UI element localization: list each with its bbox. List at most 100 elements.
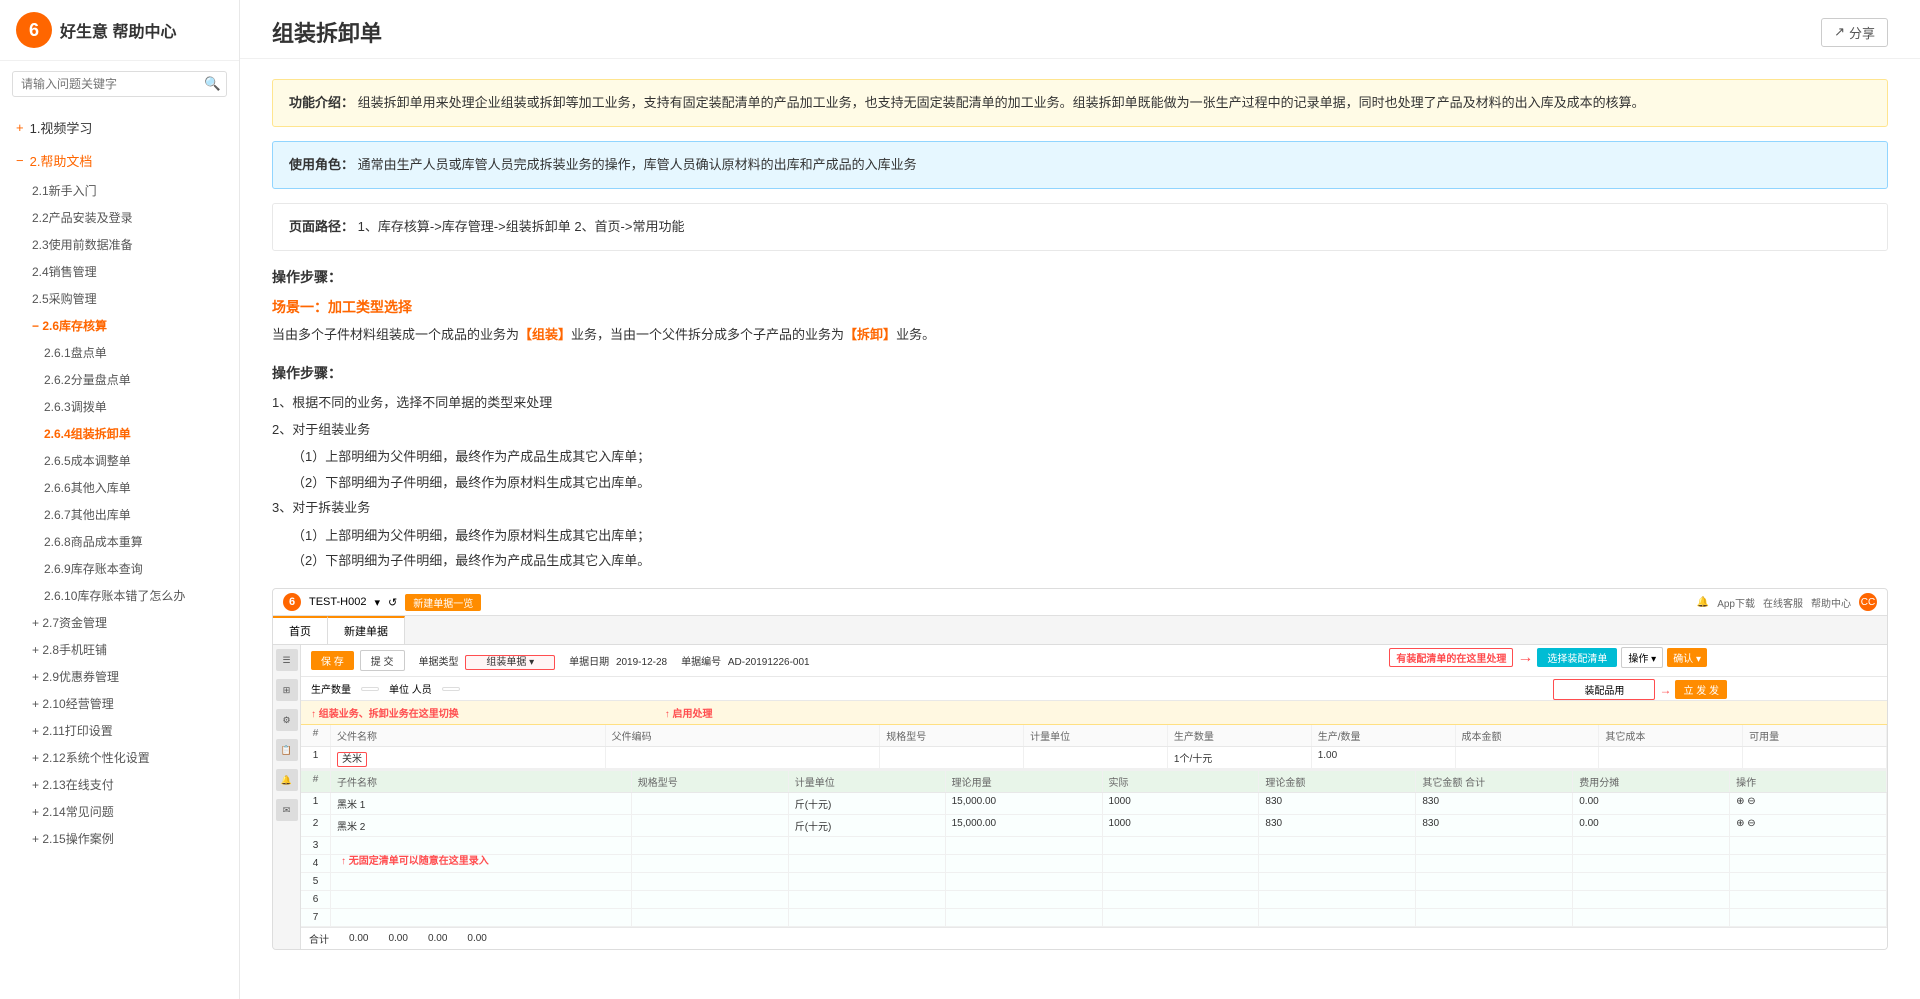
step3-sub2: （2）下部明细为子件明细，最终作为产成品生成其它入库单。	[292, 549, 1888, 572]
role-intro-block: 使用角色： 通常由生产人员或库管人员完成拆装业务的操作，库管人员确认原材料的出库…	[272, 141, 1888, 189]
sc-type-dropdown-wrapper: 单据类型 组装单据 ▾	[419, 653, 556, 668]
sc-lower-header: # 子件名称 规格型号 计量单位 理论用量 实际 理论金额 其它金额 合计 费用…	[301, 771, 1887, 793]
sidebar-item-2-6-2[interactable]: 2.6.2分量盘点单	[0, 366, 239, 393]
sc-apply-btn[interactable]: 立 发 发	[1675, 680, 1727, 699]
sidebar-item-2-6-6[interactable]: 2.6.6其他入库单	[0, 474, 239, 501]
sc-qty-input[interactable]	[361, 687, 379, 691]
share-button[interactable]: ↗ 分享	[1821, 18, 1888, 47]
sc-action-row: 保 存 提 交 单据类型 组装单据 ▾ 单据日期 2019-12-28	[301, 645, 1887, 677]
sc-sub-oamt-1: 830	[1416, 793, 1573, 814]
sc-save-btn[interactable]: 保 存	[311, 651, 354, 670]
sc-sub-row-7: 7	[301, 909, 1887, 927]
sc-sub-no-1: 1	[301, 793, 331, 814]
logo-text: 好生意 帮助中心	[60, 18, 176, 42]
sc-sub-col-ops: 操作	[1730, 771, 1887, 792]
path-label: 页面路径：	[289, 219, 354, 234]
sidebar-item-2-14[interactable]: + 2.14常见问题	[0, 798, 239, 825]
sc-sub-row-2: 2 黑米 2 斤(十元) 15,000.00 1000 830 830 0.00…	[301, 815, 1887, 837]
sidebar-item-2-8[interactable]: + 2.8手机旺铺	[0, 636, 239, 663]
sidebar-item-2-10[interactable]: + 2.10经营管理	[0, 690, 239, 717]
sc-unit-input[interactable]	[442, 687, 460, 691]
sidebar-item-2-6-1[interactable]: 2.6.1盘点单	[0, 339, 239, 366]
sc-bom-btn[interactable]: 选择装配清单	[1537, 648, 1617, 667]
sc-ops-btn[interactable]: 操作 ▾	[1621, 647, 1663, 668]
step3-sub1: （1）上部明细为父件明细，最终作为原材料生成其它出库单；	[292, 524, 1888, 547]
sc-app-download: App下载	[1717, 595, 1755, 610]
sc-cell-spec-1	[880, 747, 1024, 768]
sidebar-item-2-6-9[interactable]: 2.6.9库存账本查询	[0, 555, 239, 582]
sc-cell-othercost-1	[1599, 747, 1743, 768]
sidebar-item-2-13[interactable]: + 2.13在线支付	[0, 771, 239, 798]
sc-col-prod-qty: 生产数量	[1168, 725, 1312, 746]
sidebar-item-2-2[interactable]: 2.2产品安装及登录	[0, 204, 239, 231]
sc-sub-col-actual: 实际	[1103, 771, 1260, 792]
sc-total-label: 合计	[309, 931, 329, 946]
sidebar-item-2[interactable]: − 2.帮助文档	[0, 144, 239, 177]
search-input[interactable]	[12, 71, 227, 97]
sidebar-item-2-15[interactable]: + 2.15操作案例	[0, 825, 239, 852]
sc-sub-name-1: 黑米 1	[331, 793, 632, 814]
sc-cell-no-1: 1	[301, 747, 331, 768]
annotation2-container: 装配品用 → 立 发 发	[1553, 679, 1727, 700]
sc-sub-alloc-1: 0.00	[1573, 793, 1730, 814]
sc-doc-header-wrapper: 保 存 提 交 单据类型 组装单据 ▾ 单据日期 2019-12-28	[301, 645, 1887, 725]
sidebar-item-2-4[interactable]: 2.4销售管理	[0, 258, 239, 285]
nav-label-2-6: − 2.6库存核算	[32, 317, 107, 334]
article-body: 功能介绍： 组装拆卸单用来处理企业组装或拆卸等加工业务，支持有固定装配清单的产品…	[240, 59, 1920, 970]
sidebar-item-2-1[interactable]: 2.1新手入门	[0, 177, 239, 204]
sc-new-btn[interactable]: 新建单据一览	[405, 594, 481, 611]
sidebar-item-2-12[interactable]: + 2.12系统个性化设置	[0, 744, 239, 771]
sc-bom-input[interactable]: 装配品用	[1553, 679, 1655, 700]
sc-online-service: 在线客服	[1763, 595, 1803, 610]
sc-type-select[interactable]: 组装单据 ▾	[465, 655, 555, 670]
sidebar-item-2-6-8[interactable]: 2.6.8商品成本重算	[0, 528, 239, 555]
search-button[interactable]: 🔍	[204, 76, 221, 92]
nav-label-2: 2.帮助文档	[30, 151, 93, 170]
sc-type-label: 单据类型	[419, 657, 459, 668]
sidebar-item-2-6-4[interactable]: 2.6.4组装拆卸单	[0, 420, 239, 447]
annotation1-arrow: →	[1517, 649, 1533, 667]
share-label: 分享	[1849, 23, 1875, 42]
sc-sub-row-4: 4	[301, 855, 1887, 873]
sc-sub-alloc-2: 0.00	[1573, 815, 1730, 836]
sc-tab-home[interactable]: 首页	[273, 616, 328, 644]
sidebar-item-2-6-3[interactable]: 2.6.3调拨单	[0, 393, 239, 420]
sc-sub-spec-1	[632, 793, 789, 814]
sc-bell-icon: 🔔	[1697, 597, 1709, 608]
sc-no-field: 单据编号 AD-20191226-001	[681, 653, 810, 668]
page-title: 组装拆卸单	[272, 16, 382, 48]
sc-sub-no-5: 5	[301, 873, 331, 890]
sidebar: 6 好生意 帮助中心 🔍 + 1.视频学习 − 2.帮助文档 2.1新手入门 2…	[0, 0, 240, 999]
sc-submit-btn[interactable]: 提 交	[360, 650, 405, 671]
sc-sub-oamt-3	[1416, 837, 1573, 854]
sc-sub-row-1: 1 黑米 1 斤(十元) 15,000.00 1000 830 830 0.00…	[301, 793, 1887, 815]
sc-confirm-btn[interactable]: 确认 ▾	[1667, 648, 1707, 667]
sidebar-item-2-6[interactable]: − 2.6库存核算	[0, 312, 239, 339]
sidebar-item-2-11[interactable]: + 2.11打印设置	[0, 717, 239, 744]
func-intro-block: 功能介绍： 组装拆卸单用来处理企业组装或拆卸等加工业务，支持有固定装配清单的产品…	[272, 79, 1888, 127]
sc-icon-6: ✉	[276, 799, 298, 821]
sc-sub-col-theory-amt: 理论金额	[1259, 771, 1416, 792]
sidebar-item-2-6-7[interactable]: 2.6.7其他出库单	[0, 501, 239, 528]
sc-sub-col-spec: 规格型号	[632, 771, 789, 792]
sc-logo: 6	[283, 593, 301, 611]
sidebar-item-2-5[interactable]: 2.5采购管理	[0, 285, 239, 312]
sidebar-item-2-6-5[interactable]: 2.6.5成本调整单	[0, 447, 239, 474]
sc-tab-new[interactable]: 新建单据	[328, 616, 405, 644]
sc-app-id: TEST-H002	[309, 596, 366, 608]
sc-col-cost: 成本金额	[1456, 725, 1600, 746]
sc-icon-5: 🔔	[276, 769, 298, 791]
sidebar-item-2-7[interactable]: + 2.7资金管理	[0, 609, 239, 636]
sidebar-item-2-3[interactable]: 2.3使用前数据准备	[0, 231, 239, 258]
sc-date-field: 单据日期 2019-12-28	[569, 653, 667, 668]
logo-icon: 6	[16, 12, 52, 48]
sc-sub-theory-2: 15,000.00	[946, 815, 1103, 836]
sidebar-item-2-6-10[interactable]: 2.6.10库存账本错了怎么办	[0, 582, 239, 609]
sc-sub-tamt-2: 830	[1259, 815, 1416, 836]
step2: 2、对于组装业务	[272, 418, 1888, 441]
sidebar-item-1[interactable]: + 1.视频学习	[0, 111, 239, 144]
sc-parent-name-input[interactable]: 关米	[337, 752, 367, 767]
sc-sub-col-alloc: 费用分摊	[1573, 771, 1730, 792]
sc-col-unit: 计量单位	[1024, 725, 1168, 746]
sidebar-item-2-9[interactable]: + 2.9优惠券管理	[0, 663, 239, 690]
